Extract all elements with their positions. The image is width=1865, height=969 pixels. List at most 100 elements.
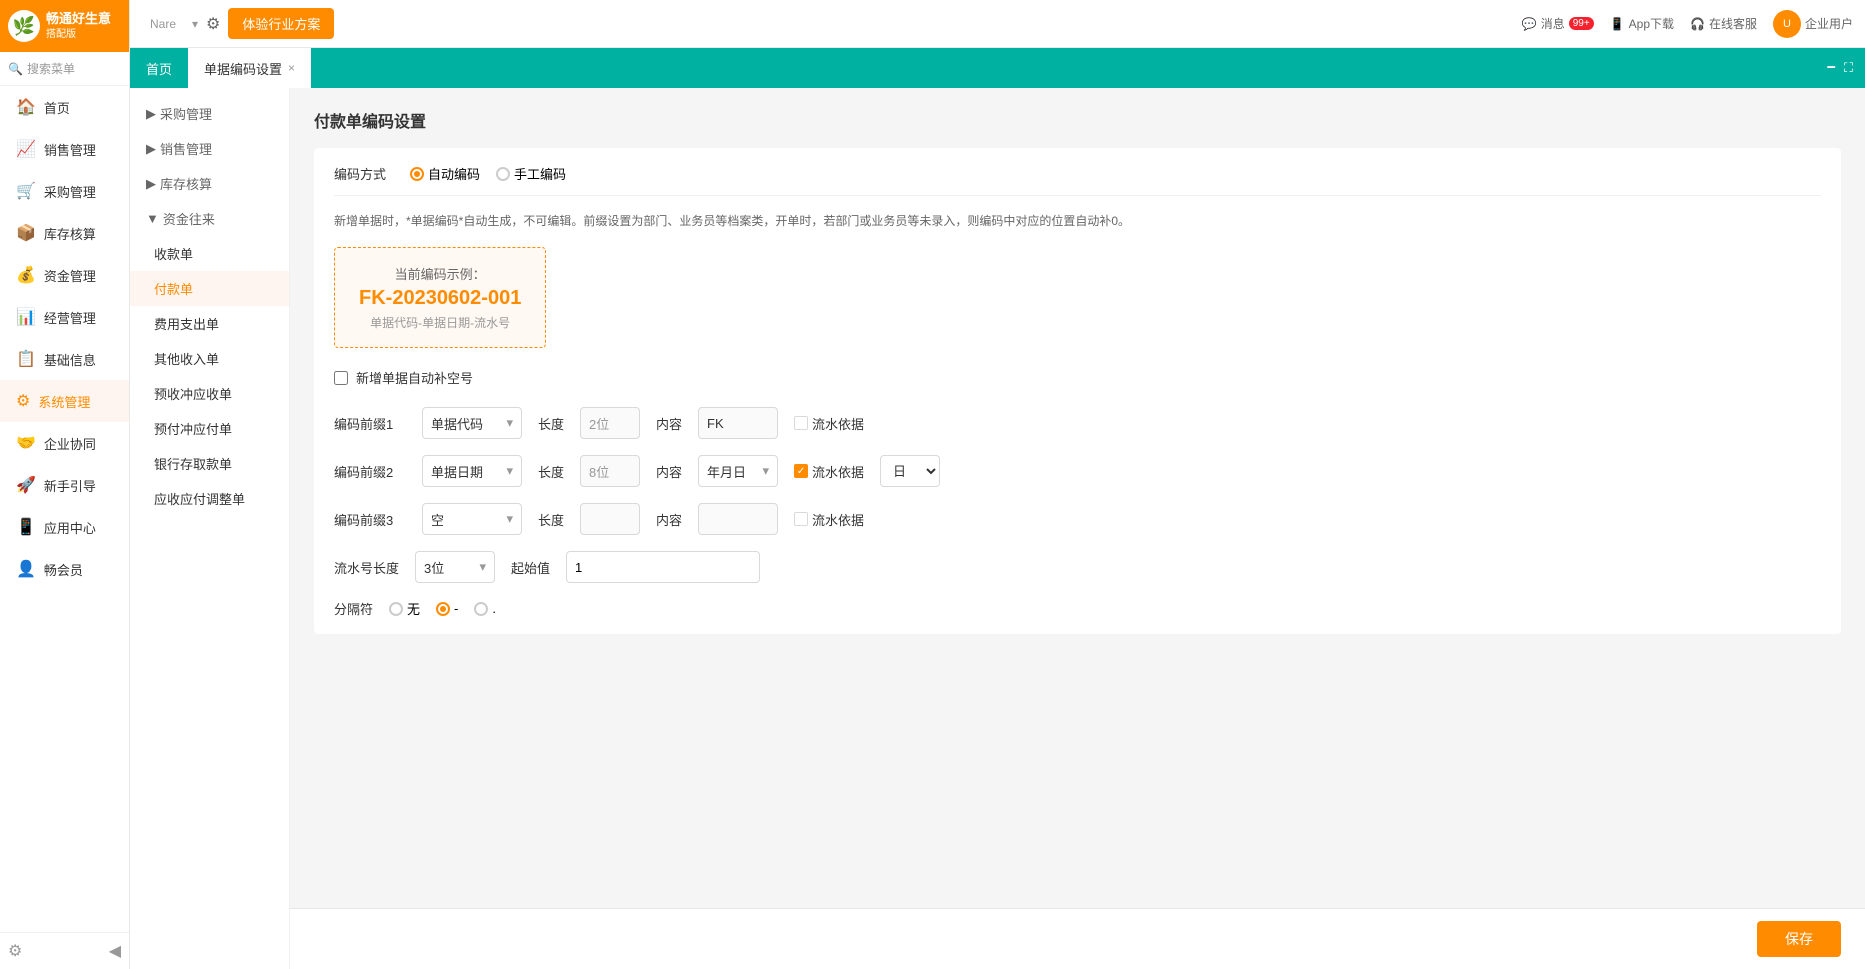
tab-encode-label: 单据编码设置 bbox=[204, 59, 282, 78]
sidebar-item-label: 基础信息 bbox=[44, 350, 96, 369]
enterprise-icon: 🤝 bbox=[16, 433, 36, 453]
sidebar-footer: ⚙ ◀ bbox=[0, 932, 129, 969]
username: 企业用户 bbox=[1805, 15, 1853, 32]
prefix2-content-select[interactable]: 年月日 ▾ bbox=[698, 455, 778, 487]
sep-dash-radio[interactable] bbox=[436, 602, 450, 616]
tab-maximize-icon[interactable]: ⛶ bbox=[1844, 60, 1853, 76]
search-menu[interactable]: 🔍 搜索菜单 bbox=[0, 52, 129, 86]
collapse-icon[interactable]: ◀ bbox=[109, 941, 121, 961]
serial-length-label: 流水号长度 bbox=[334, 558, 399, 577]
side-nav-receipt[interactable]: 收款单 bbox=[130, 236, 289, 271]
inventory-group-label: 库存核算 bbox=[160, 174, 212, 193]
side-nav-bank[interactable]: 银行存取款单 bbox=[130, 446, 289, 481]
prefix3-row: 编码前缀3 空 ▾ 长度 内容 流水依据 bbox=[334, 503, 1821, 535]
sidebar-item-operation[interactable]: 📊 经营管理 bbox=[0, 296, 129, 338]
chevron-right-icon: ▶ bbox=[146, 106, 156, 122]
prefix1-stream-checkbox[interactable] bbox=[794, 416, 808, 430]
sidebar-item-sales[interactable]: 📈 销售管理 bbox=[0, 128, 129, 170]
auto-fill-label: 新增单据自动补空号 bbox=[356, 368, 473, 387]
topbar-right: 💬 消息 99+ 📱 App下载 🎧 在线客服 U 企业用户 bbox=[1522, 10, 1853, 38]
preview-desc: 单据代码-单据日期-流水号 bbox=[359, 314, 521, 331]
sep-none-radio[interactable] bbox=[389, 602, 403, 616]
side-nav: ▶ 采购管理 ▶ 销售管理 ▶ 库存核算 ▼ 资金往来 bbox=[130, 88, 290, 969]
trial-button[interactable]: 体验行业方案 bbox=[228, 8, 334, 39]
avatar: U bbox=[1773, 10, 1801, 38]
tab-minimize-icon[interactable]: 🗕 bbox=[1827, 57, 1836, 79]
prefix3-stream-checkbox[interactable] bbox=[794, 512, 808, 526]
system-icon: ⚙ bbox=[16, 391, 30, 411]
manual-encode-option[interactable]: 手工编码 bbox=[496, 164, 566, 183]
prefix2-day-select[interactable]: 日 月 年 bbox=[880, 455, 940, 487]
prefix1-stream-label: 流水依据 bbox=[812, 414, 864, 433]
prefix2-select[interactable]: 单据日期 ▾ bbox=[422, 455, 522, 487]
side-nav-expense[interactable]: 费用支出单 bbox=[130, 306, 289, 341]
serial-start-label: 起始值 bbox=[511, 558, 550, 577]
sidebar-item-home[interactable]: 🏠 首页 bbox=[0, 86, 129, 128]
tab-close-icon[interactable]: × bbox=[288, 61, 295, 75]
message-badge: 99+ bbox=[1569, 17, 1594, 30]
sidebar-item-purchase[interactable]: 🛒 采购管理 bbox=[0, 170, 129, 212]
appcenter-icon: 📱 bbox=[16, 517, 36, 537]
settings-footer-icon[interactable]: ⚙ bbox=[8, 941, 22, 961]
serial-start-input[interactable] bbox=[566, 551, 760, 583]
tab-encode-settings[interactable]: 单据编码设置 × bbox=[188, 48, 311, 88]
serial-length-arrow: ▾ bbox=[479, 559, 486, 575]
prefix3-select[interactable]: 空 ▾ bbox=[422, 503, 522, 535]
separator-row: 分隔符 无 - . bbox=[334, 599, 1821, 618]
side-nav-prepaid-pay[interactable]: 预付冲应付单 bbox=[130, 411, 289, 446]
side-nav-inventory-title[interactable]: ▶ 库存核算 bbox=[130, 166, 289, 201]
logo-main: 畅通好生意 bbox=[46, 11, 111, 28]
sep-none-option[interactable]: 无 bbox=[389, 599, 420, 618]
save-button[interactable]: 保存 bbox=[1757, 921, 1841, 957]
side-nav-prepaid-recv[interactable]: 预收冲应收单 bbox=[130, 376, 289, 411]
auto-encode-radio[interactable] bbox=[410, 167, 424, 181]
sidebar-item-label: 畅会员 bbox=[44, 560, 83, 579]
app-download-item[interactable]: 📱 App下载 bbox=[1610, 15, 1674, 32]
app-download-label: App下载 bbox=[1629, 15, 1674, 32]
serial-length-select[interactable]: 3位 ▾ bbox=[415, 551, 495, 583]
user-info[interactable]: U 企业用户 bbox=[1773, 10, 1853, 38]
sep-dot-radio[interactable] bbox=[474, 602, 488, 616]
sidebar-item-member[interactable]: 👤 畅会员 bbox=[0, 548, 129, 590]
sidebar-item-basic[interactable]: 📋 基础信息 bbox=[0, 338, 129, 380]
sidebar-item-appcenter[interactable]: 📱 应用中心 bbox=[0, 506, 129, 548]
preview-label: 当前编码示例： bbox=[359, 264, 521, 283]
sep-none-label: 无 bbox=[407, 599, 420, 618]
tab-bar-actions: 🗕 ⛶ bbox=[1827, 57, 1865, 79]
message-badge-item[interactable]: 💬 消息 99+ bbox=[1522, 15, 1594, 32]
side-nav-purchase-title[interactable]: ▶ 采购管理 bbox=[130, 96, 289, 131]
side-nav-adjust[interactable]: 应收应付调整单 bbox=[130, 481, 289, 516]
sep-dash-option[interactable]: - bbox=[436, 601, 458, 616]
sidebar-item-newguide[interactable]: 🚀 新手引导 bbox=[0, 464, 129, 506]
sidebar-item-system[interactable]: ⚙ 系统管理 bbox=[0, 380, 129, 422]
prefix2-stream-checkbox[interactable]: ✓ bbox=[794, 464, 808, 478]
side-nav-group-capital: ▼ 资金往来 收款单 付款单 费用支出单 其他收入单 预收冲应收单 预付冲应付单… bbox=[130, 201, 289, 516]
finance-icon: 💰 bbox=[16, 265, 36, 285]
prefix3-len-value bbox=[580, 503, 640, 535]
sep-dot-option[interactable]: . bbox=[474, 601, 496, 616]
main-area: Nare ▾ ⚙ 体验行业方案 💬 消息 99+ 📱 App下载 🎧 在线客服 … bbox=[130, 0, 1865, 969]
online-service-item[interactable]: 🎧 在线客服 bbox=[1690, 15, 1757, 32]
auto-encode-label: 自动编码 bbox=[428, 164, 480, 183]
manual-encode-radio[interactable] bbox=[496, 167, 510, 181]
side-nav-payment[interactable]: 付款单 bbox=[130, 271, 289, 306]
prefix1-len-value: 2位 bbox=[580, 407, 640, 439]
prefix1-select[interactable]: 单据代码 ▾ bbox=[422, 407, 522, 439]
sales-icon: 📈 bbox=[16, 139, 36, 159]
auto-fill-checkbox[interactable] bbox=[334, 371, 348, 385]
sep-dot-label: . bbox=[492, 601, 496, 616]
message-label: 消息 bbox=[1541, 15, 1565, 32]
sidebar-item-finance[interactable]: 💰 资金管理 bbox=[0, 254, 129, 296]
side-nav-other-income[interactable]: 其他收入单 bbox=[130, 341, 289, 376]
prefix2-content-arrow: ▾ bbox=[763, 463, 770, 479]
sales-group-label: 销售管理 bbox=[160, 139, 212, 158]
side-nav-sales-title[interactable]: ▶ 销售管理 bbox=[130, 131, 289, 166]
auto-encode-option[interactable]: 自动编码 bbox=[410, 164, 480, 183]
side-nav-capital-title[interactable]: ▼ 资金往来 bbox=[130, 201, 289, 236]
sidebar-item-enterprise[interactable]: 🤝 企业协同 bbox=[0, 422, 129, 464]
topbar-gear-icon[interactable]: ⚙ bbox=[206, 14, 220, 34]
tab-home[interactable]: 首页 bbox=[130, 48, 188, 88]
topbar: Nare ▾ ⚙ 体验行业方案 💬 消息 99+ 📱 App下载 🎧 在线客服 … bbox=[130, 0, 1865, 48]
prefix1-label: 编码前缀1 bbox=[334, 414, 406, 433]
sidebar-item-inventory[interactable]: 📦 库存核算 bbox=[0, 212, 129, 254]
